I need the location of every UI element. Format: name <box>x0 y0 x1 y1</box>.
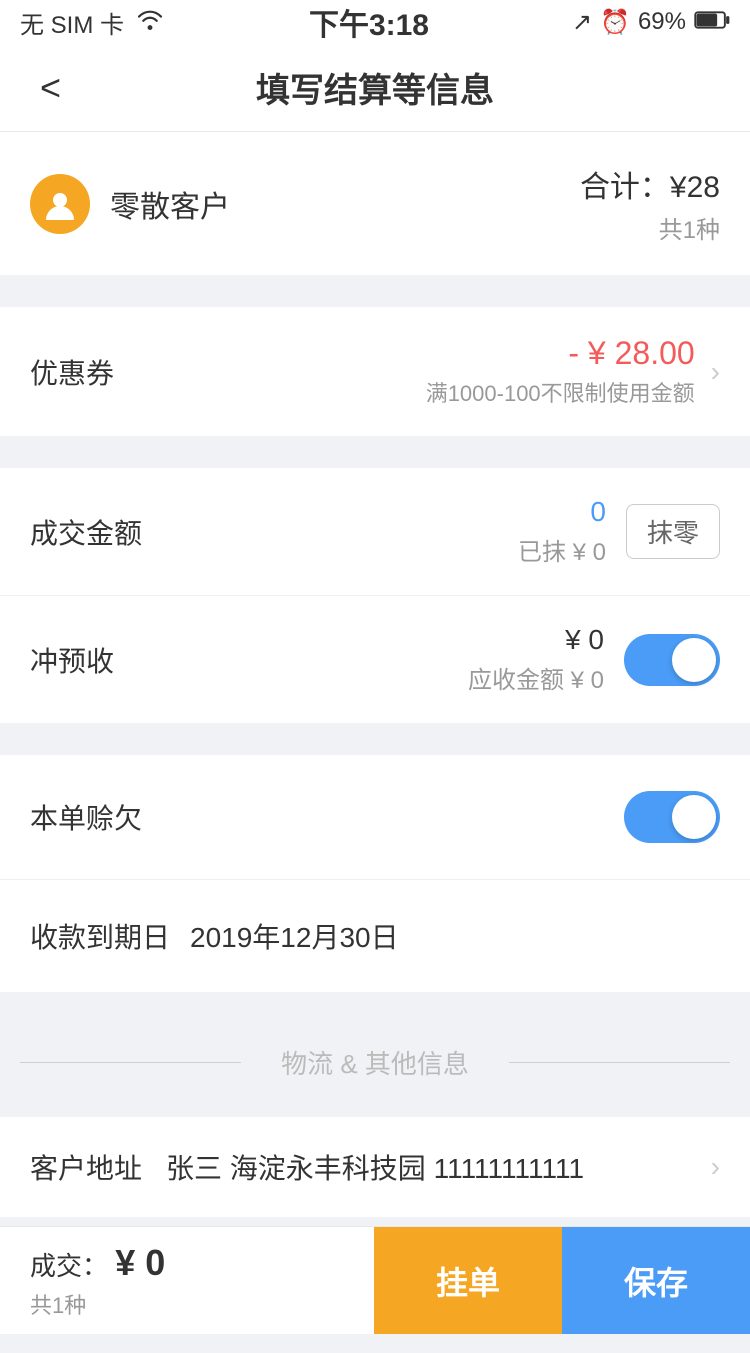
location-icon: ↗ <box>572 8 592 37</box>
no-sim-label: 无 SIM 卡 <box>20 5 124 40</box>
pre-receive-label: 冲预收 <box>30 640 114 680</box>
customer-left: 零散客户 <box>30 174 230 234</box>
pre-receive-right: ¥ 0 应收金额 ¥ 0 <box>468 624 720 695</box>
battery-label: 69% <box>638 8 686 36</box>
battery-icon <box>694 8 730 36</box>
wifi-icon <box>134 8 166 37</box>
alarm-icon: ⏰ <box>600 8 630 37</box>
avatar <box>30 174 90 234</box>
bottom-deal-label: 成交： ¥ 0 <box>30 1242 344 1284</box>
address-label: 客户地址 <box>30 1147 142 1187</box>
page-title: 填写结算等信息 <box>256 63 494 112</box>
deal-count: 共1种 <box>30 1288 344 1320</box>
coupon-card: 优惠券 - ¥ 28.00 满1000-100不限制使用金额 › <box>0 307 750 436</box>
amount-value[interactable]: 0 <box>518 496 606 528</box>
round-zero-button[interactable]: 抹零 <box>626 504 720 559</box>
due-date-value: 2019年12月30日 <box>190 916 399 956</box>
coupon-row[interactable]: 优惠券 - ¥ 28.00 满1000-100不限制使用金额 › <box>0 307 750 436</box>
logistics-label: 物流 & 其他信息 <box>261 1044 489 1081</box>
bottom-left: 成交： ¥ 0 共1种 <box>0 1242 374 1320</box>
debt-label: 本单赊欠 <box>30 797 142 837</box>
nav-bar: < 填写结算等信息 <box>0 44 750 132</box>
amount-label: 成交金额 <box>30 512 142 552</box>
amount-section: 成交金额 0 已抹 ¥ 0 抹零 冲预收 ¥ 0 应收金额 ¥ 0 <box>0 468 750 723</box>
coupon-discount: - ¥ 28.00 <box>426 335 695 372</box>
address-card: 客户地址 张三 海淀永丰科技园 11111111111 › <box>0 1117 750 1217</box>
toggle-knob <box>672 638 716 682</box>
content-area: 零散客户 合计：¥28 共1种 优惠券 - ¥ 28.00 满1000-100不… <box>0 132 750 1353</box>
pre-receive-row: 冲预收 ¥ 0 应收金额 ¥ 0 <box>0 596 750 723</box>
amount-right: 0 已抹 ¥ 0 抹零 <box>518 496 720 567</box>
pre-receive-main: ¥ 0 <box>468 624 604 656</box>
hangup-button[interactable]: 挂单 <box>374 1227 562 1334</box>
total-count: 共1种 <box>580 210 720 245</box>
due-date-row: 收款到期日 2019年12月30日 <box>0 880 750 992</box>
pre-receive-sub: 应收金额 ¥ 0 <box>468 660 604 695</box>
amount-sub: 已抹 ¥ 0 <box>518 532 606 567</box>
customer-name: 零散客户 <box>110 182 230 226</box>
status-left: 无 SIM 卡 <box>20 5 166 40</box>
coupon-chevron: › <box>711 356 720 388</box>
address-value: 张三 海淀永丰科技园 11111111111 <box>166 1147 711 1187</box>
address-row[interactable]: 客户地址 张三 海淀永丰科技园 11111111111 › <box>0 1117 750 1217</box>
debt-section: 本单赊欠 收款到期日 2019年12月30日 <box>0 755 750 992</box>
coupon-label: 优惠券 <box>30 352 114 392</box>
address-chevron: › <box>711 1151 720 1183</box>
status-bar: 无 SIM 卡 下午3:18 ↗ ⏰ 69% <box>0 0 750 44</box>
status-right: ↗ ⏰ 69% <box>572 8 730 37</box>
coupon-values: - ¥ 28.00 满1000-100不限制使用金额 <box>426 335 695 408</box>
save-button[interactable]: 保存 <box>562 1227 750 1334</box>
status-time: 下午3:18 <box>309 0 429 44</box>
debt-toggle[interactable] <box>624 791 720 843</box>
amount-values: 0 已抹 ¥ 0 <box>518 496 606 567</box>
debt-row: 本单赊欠 <box>0 755 750 880</box>
customer-card: 零散客户 合计：¥28 共1种 <box>0 132 750 275</box>
deal-prefix: 成交： <box>30 1251 108 1281</box>
customer-right: 合计：¥28 共1种 <box>580 162 720 245</box>
pre-receive-toggle[interactable] <box>624 634 720 686</box>
deal-price: ¥ 0 <box>115 1242 165 1283</box>
customer-row: 零散客户 合计：¥28 共1种 <box>0 132 750 275</box>
coupon-right: - ¥ 28.00 满1000-100不限制使用金额 › <box>426 335 720 408</box>
debt-toggle-knob <box>672 795 716 839</box>
bottom-bar: 成交： ¥ 0 共1种 挂单 保存 <box>0 1226 750 1334</box>
coupon-desc: 满1000-100不限制使用金额 <box>426 376 695 408</box>
divider-line-left <box>20 1062 241 1063</box>
back-button[interactable]: < <box>30 57 71 119</box>
pre-receive-values: ¥ 0 应收金额 ¥ 0 <box>468 624 604 695</box>
amount-row: 成交金额 0 已抹 ¥ 0 抹零 <box>0 468 750 596</box>
divider-line-right <box>509 1062 730 1063</box>
logistics-divider: 物流 & 其他信息 <box>0 1024 750 1101</box>
due-date-label: 收款到期日 <box>30 916 170 956</box>
total-price: 合计：¥28 <box>580 162 720 206</box>
